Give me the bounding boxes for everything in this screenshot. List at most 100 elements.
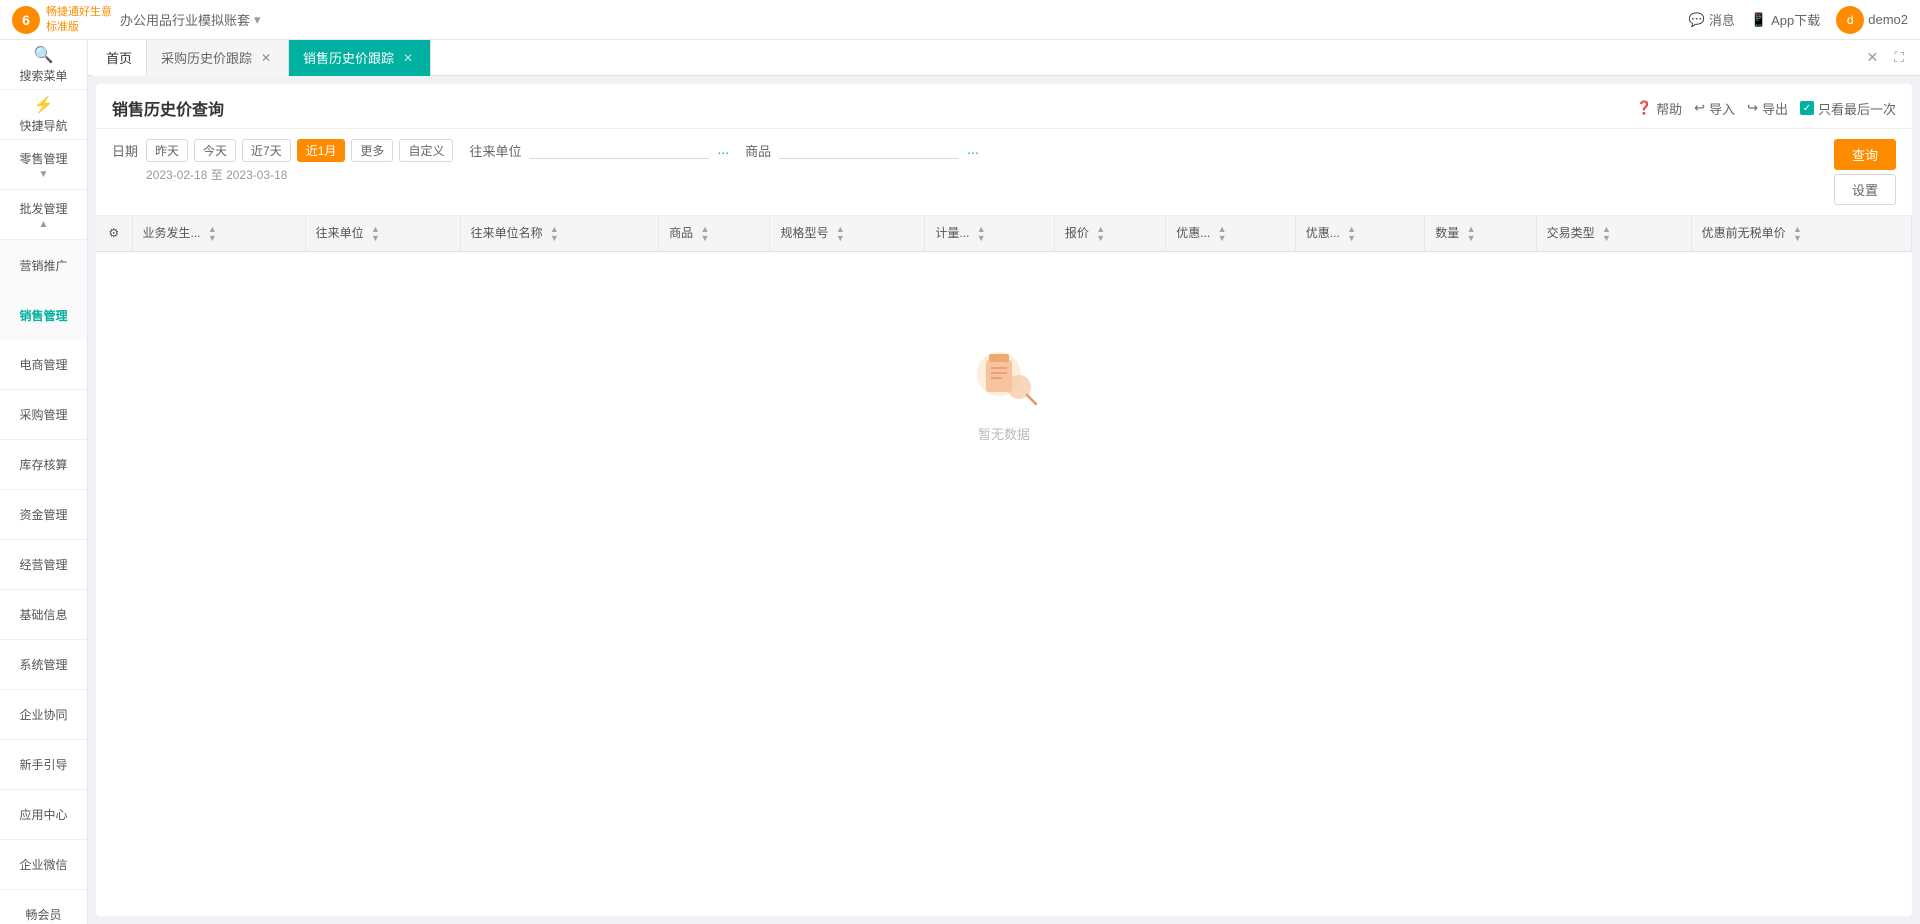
filter-actions: 查询 设置 — [1834, 139, 1896, 205]
table-header-row: ⚙ 业务发生... ▲▼ 往来单位 ▲▼ 往来单位名称 ▲ — [96, 216, 1912, 251]
sort-icon: ▲▼ — [1467, 225, 1476, 243]
main-layout: 🔍 搜索菜单 ⚡ 快捷导航 零售管理 ▼ 批发管理 ▲ 营销推广 销售管理 电商… — [0, 40, 1920, 924]
filter-bar: 日期 昨天 今天 近7天 近1月 更多 自定义 2023-02-18 至 202… — [96, 129, 1912, 216]
partner-input-group: ... — [529, 139, 729, 159]
only-last-checkbox[interactable]: ✓ 只看最后一次 — [1800, 99, 1896, 118]
sidebar-item-sales-mgmt[interactable]: 销售管理 — [0, 290, 87, 340]
tab-maximize-icon[interactable]: ⛶ — [1890, 47, 1908, 68]
tab-sales-history[interactable]: 销售历史价跟踪 ✕ — [289, 40, 431, 76]
sort-icon: ▲▼ — [977, 225, 986, 243]
partner-label: 往来单位 — [469, 139, 521, 160]
partner-ellipsis-btn[interactable]: ... — [717, 141, 729, 157]
col-quantity[interactable]: 数量 ▲▼ — [1425, 216, 1536, 251]
date-btn-yesterday[interactable]: 昨天 — [146, 139, 188, 162]
sidebar-item-operation[interactable]: 经营管理 — [0, 540, 87, 590]
col-spec[interactable]: 规格型号 ▲▼ — [770, 216, 925, 251]
sort-icon: ▲▼ — [1602, 225, 1611, 243]
table-head: ⚙ 业务发生... ▲▼ 往来单位 ▲▼ 往来单位名称 ▲ — [96, 216, 1912, 251]
empty-icon — [964, 332, 1044, 412]
sidebar-item-retail-mgmt[interactable]: 零售管理 ▼ — [0, 140, 87, 190]
goods-input[interactable] — [779, 139, 959, 159]
col-pretax-price[interactable]: 优惠前无税单价 ▲▼ — [1691, 216, 1911, 251]
goods-label: 商品 — [745, 139, 771, 160]
import-btn[interactable]: ↩ 导入 — [1694, 99, 1735, 118]
date-buttons: 昨天 今天 近7天 近1月 更多 自定义 — [146, 139, 453, 162]
date-btn-more[interactable]: 更多 — [351, 139, 393, 162]
sidebar-item-finance[interactable]: 资金管理 — [0, 490, 87, 540]
col-partner-code[interactable]: 往来单位 ▲▼ — [305, 216, 460, 251]
tab-home[interactable]: 首页 — [92, 40, 147, 76]
date-filter-group: 日期 昨天 今天 近7天 近1月 更多 自定义 2023-02-18 至 202… — [112, 139, 453, 183]
sidebar-item-vip[interactable]: 畅会员 — [0, 890, 87, 924]
sidebar-item-app-center[interactable]: 应用中心 — [0, 790, 87, 840]
query-button[interactable]: 查询 — [1834, 139, 1896, 170]
user-profile-btn[interactable]: d demo2 — [1836, 6, 1908, 34]
col-discount1[interactable]: 优惠... ▲▼ — [1166, 216, 1296, 251]
message-icon: 💬 — [1689, 12, 1705, 28]
tab-close-sales[interactable]: ✕ — [400, 50, 416, 66]
tab-close-all-icon[interactable]: ✕ — [1862, 47, 1882, 68]
date-btn-custom[interactable]: 自定义 — [399, 139, 453, 162]
message-btn[interactable]: 💬 消息 — [1689, 10, 1735, 29]
app-download-btn[interactable]: 📱 App下载 — [1751, 10, 1820, 29]
sort-icon: ▲▼ — [836, 225, 845, 243]
topbar-right: 💬 消息 📱 App下载 d demo2 — [1689, 6, 1908, 34]
col-discount2[interactable]: 优惠... ▲▼ — [1295, 216, 1425, 251]
avatar-initial: d — [1847, 13, 1854, 27]
col-unit[interactable]: 计量... ▲▼ — [925, 216, 1055, 251]
date-range-text: 2023-02-18 至 2023-03-18 — [146, 166, 453, 183]
quick-nav-icon: ⚡ — [34, 95, 54, 115]
logo-text: 畅捷通好生意 标准版 — [46, 5, 112, 34]
page-title: 销售历史价查询 — [112, 96, 224, 120]
date-label: 日期 — [112, 139, 138, 160]
help-icon: ❓ — [1636, 100, 1652, 116]
sidebar-item-search-menu[interactable]: 🔍 搜索菜单 — [0, 40, 87, 90]
phone-icon: 📱 — [1751, 12, 1767, 28]
date-btn-7days[interactable]: 近7天 — [242, 139, 291, 162]
empty-state: 暂无数据 — [96, 252, 1912, 523]
col-partner-name[interactable]: 往来单位名称 ▲▼ — [460, 216, 659, 251]
topbar-left: 6 畅捷通好生意 标准版 办公用品行业模拟账套 ▾ — [12, 5, 261, 34]
sidebar-item-system[interactable]: 系统管理 — [0, 640, 87, 690]
sidebar-item-basic-info[interactable]: 基础信息 — [0, 590, 87, 640]
sort-icon: ▲▼ — [371, 225, 380, 243]
tab-bar: 首页 采购历史价跟踪 ✕ 销售历史价跟踪 ✕ ✕ ⛶ — [88, 40, 1920, 76]
sort-icon: ▲▼ — [550, 225, 559, 243]
sidebar-sub-wholesale: 营销推广 销售管理 — [0, 240, 87, 340]
data-table: ⚙ 业务发生... ▲▼ 往来单位 ▲▼ 往来单位名称 ▲ — [96, 216, 1912, 252]
sort-icon: ▲▼ — [1218, 225, 1227, 243]
date-btn-today[interactable]: 今天 — [194, 139, 236, 162]
sort-icon: ▲▼ — [700, 225, 709, 243]
chevron-down-icon[interactable]: ▾ — [254, 12, 261, 28]
col-trade-type[interactable]: 交易类型 ▲▼ — [1536, 216, 1691, 251]
sidebar-item-marketing[interactable]: 营销推广 — [0, 240, 87, 290]
help-btn[interactable]: ❓ 帮助 — [1636, 99, 1682, 118]
checkbox-checked-icon: ✓ — [1800, 101, 1814, 115]
sidebar-item-inventory[interactable]: 库存核算 — [0, 440, 87, 490]
sidebar: 🔍 搜索菜单 ⚡ 快捷导航 零售管理 ▼ 批发管理 ▲ 营销推广 销售管理 电商… — [0, 40, 88, 924]
partner-input[interactable] — [529, 139, 709, 159]
sort-icon: ▲▼ — [208, 225, 217, 243]
sidebar-item-ecommerce[interactable]: 电商管理 — [0, 340, 87, 390]
date-btn-1month[interactable]: 近1月 — [297, 139, 346, 162]
sidebar-item-quick-nav[interactable]: ⚡ 快捷导航 — [0, 90, 87, 140]
tab-purchase-history[interactable]: 采购历史价跟踪 ✕ — [147, 40, 289, 76]
col-goods[interactable]: 商品 ▲▼ — [659, 216, 770, 251]
col-biz-date[interactable]: 业务发生... ▲▼ — [132, 216, 305, 251]
goods-filter-group: 商品 ... — [745, 139, 979, 160]
logo-icon: 6 — [12, 6, 40, 34]
sidebar-item-wholesale-mgmt[interactable]: 批发管理 ▲ — [0, 190, 87, 240]
sort-icon: ▲▼ — [1096, 225, 1105, 243]
sidebar-item-enterprise-coop[interactable]: 企业协同 — [0, 690, 87, 740]
export-btn[interactable]: ↪ 导出 — [1747, 99, 1788, 118]
tab-close-purchase[interactable]: ✕ — [258, 50, 274, 66]
sidebar-item-purchase[interactable]: 采购管理 — [0, 390, 87, 440]
col-settings[interactable]: ⚙ — [96, 216, 132, 251]
sidebar-item-new-guide[interactable]: 新手引导 — [0, 740, 87, 790]
settings-button[interactable]: 设置 — [1834, 174, 1896, 205]
goods-ellipsis-btn[interactable]: ... — [967, 141, 979, 157]
page-header-actions: ❓ 帮助 ↩ 导入 ↪ 导出 ✓ 只看最后一次 — [1636, 99, 1896, 118]
sidebar-item-enterprise-wechat[interactable]: 企业微信 — [0, 840, 87, 890]
col-quoted-price[interactable]: 报价 ▲▼ — [1054, 216, 1165, 251]
avatar: d — [1836, 6, 1864, 34]
